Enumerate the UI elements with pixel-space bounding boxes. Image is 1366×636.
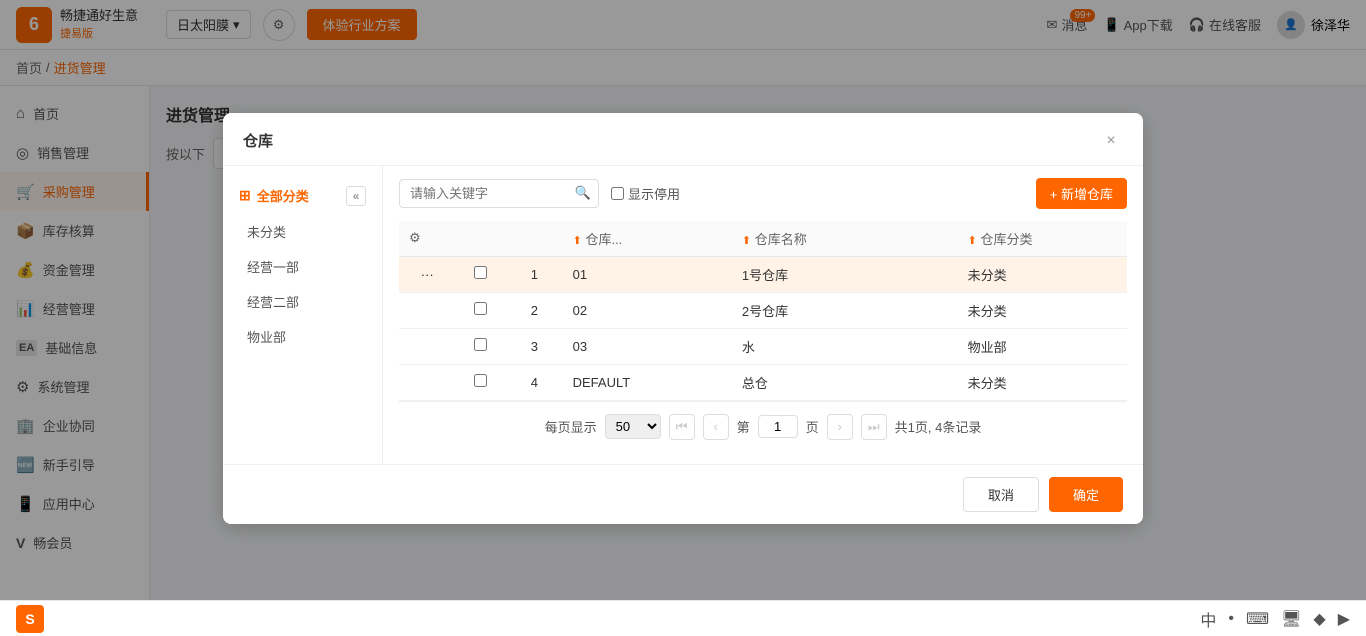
table-panel: 🔍 显示停用 + 新增仓库 ⚙ xyxy=(383,166,1143,464)
page-label: 第 xyxy=(737,417,750,436)
search-bar: 🔍 显示停用 + 新增仓库 xyxy=(399,178,1127,209)
modal-body: ⊞ 全部分类 « 未分类 经营一部 经营二部 物业部 🔍 xyxy=(223,166,1143,464)
modal-title: 仓库 xyxy=(243,130,273,151)
row-category: 物业部 xyxy=(958,328,1127,364)
show-disabled-label[interactable]: 显示停用 xyxy=(611,184,680,203)
collapse-button[interactable]: « xyxy=(346,186,366,206)
total-info: 共1页, 4条记录 xyxy=(895,417,982,436)
category-item-property[interactable]: 物业部 xyxy=(223,319,382,354)
row-name: 水 xyxy=(732,328,958,364)
cancel-button[interactable]: 取消 xyxy=(963,477,1039,512)
modal-footer: 取消 确定 xyxy=(223,464,1143,524)
row-checkbox[interactable] xyxy=(474,266,487,279)
row-settings[interactable]: ··· xyxy=(399,256,455,292)
page-label2: 页 xyxy=(806,417,819,436)
category-item-ops1[interactable]: 经营一部 xyxy=(223,249,382,284)
row-checkbox-cell[interactable] xyxy=(455,328,506,364)
category-item-ops2[interactable]: 经营二部 xyxy=(223,284,382,319)
category-all-label: 全部分类 xyxy=(257,186,309,205)
row-category: 未分类 xyxy=(958,292,1127,328)
table-row[interactable]: 3 03 水 物业部 xyxy=(399,328,1127,364)
grid-icon: ⊞ xyxy=(239,187,251,204)
diamond-icon: ◆ xyxy=(1313,609,1325,629)
row-settings[interactable] xyxy=(399,292,455,328)
page-size-label: 每页显示 xyxy=(545,417,597,436)
row-settings[interactable] xyxy=(399,364,455,400)
table-row[interactable]: 4 DEFAULT 总仓 未分类 xyxy=(399,364,1127,400)
col-header-code[interactable]: ⬆ 仓库... xyxy=(563,221,732,257)
bottom-icons: 中 • ⌨ 🖥 ◆ ▶ xyxy=(1200,607,1350,631)
sort-icon-category: ⬆ xyxy=(968,235,977,247)
row-name: 1号仓库 xyxy=(732,256,958,292)
modal-header: 仓库 × xyxy=(223,113,1143,166)
row-checkbox[interactable] xyxy=(474,374,487,387)
row-category: 未分类 xyxy=(958,256,1127,292)
row-settings[interactable] xyxy=(399,328,455,364)
search-input[interactable] xyxy=(399,179,599,208)
modal-close-button[interactable]: × xyxy=(1099,129,1123,153)
row-checkbox-cell[interactable] xyxy=(455,292,506,328)
bottom-bar: S 中 • ⌨ 🖥 ◆ ▶ xyxy=(0,600,1366,636)
table-body: ··· 1 01 1号仓库 未分类 2 02 2号仓库 未分类 xyxy=(399,256,1127,400)
search-input-wrap: 🔍 xyxy=(399,179,599,208)
warehouse-table: ⚙ ⬆ 仓库... ⬆ 仓库名称 ⬆ 仓库分类 xyxy=(399,221,1127,401)
table-row[interactable]: ··· 1 01 1号仓库 未分类 xyxy=(399,256,1127,292)
first-page-button[interactable]: ⏮ xyxy=(669,414,695,440)
table-row[interactable]: 2 02 2号仓库 未分类 xyxy=(399,292,1127,328)
prev-page-button[interactable]: ‹ xyxy=(703,414,729,440)
play-icon[interactable]: ▶ xyxy=(1338,609,1350,629)
col-header-num xyxy=(506,221,562,257)
row-code: DEFAULT xyxy=(563,364,732,400)
add-warehouse-button[interactable]: + 新增仓库 xyxy=(1036,178,1127,209)
last-page-button[interactable]: ⏭ xyxy=(861,414,887,440)
row-code: 02 xyxy=(563,292,732,328)
row-checkbox-cell[interactable] xyxy=(455,256,506,292)
confirm-button[interactable]: 确定 xyxy=(1049,477,1123,512)
row-checkbox[interactable] xyxy=(474,302,487,315)
col-header-category[interactable]: ⬆ 仓库分类 xyxy=(958,221,1127,257)
row-category: 未分类 xyxy=(958,364,1127,400)
category-item-uncategorized[interactable]: 未分类 xyxy=(223,214,382,249)
col-header-settings[interactable]: ⚙ xyxy=(399,221,455,257)
show-disabled-checkbox[interactable] xyxy=(611,187,624,200)
row-num: 3 xyxy=(506,328,562,364)
row-checkbox-cell[interactable] xyxy=(455,364,506,400)
row-code: 01 xyxy=(563,256,732,292)
keyboard-icon[interactable]: ⌨ xyxy=(1246,609,1269,629)
pagination: 每页显示 50 10 20 100 ⏮ ‹ 第 页 › ⏭ 共1页, 4条记录 xyxy=(399,401,1127,452)
s-logo: S xyxy=(16,605,44,633)
row-name: 总仓 xyxy=(732,364,958,400)
sort-icon-code: ⬆ xyxy=(573,235,582,247)
row-name: 2号仓库 xyxy=(732,292,958,328)
table-head: ⚙ ⬆ 仓库... ⬆ 仓库名称 ⬆ 仓库分类 xyxy=(399,221,1127,257)
chinese-input-icon[interactable]: 中 xyxy=(1200,607,1216,631)
table-wrapper: ⚙ ⬆ 仓库... ⬆ 仓库名称 ⬆ 仓库分类 xyxy=(399,221,1127,401)
dot-icon: • xyxy=(1228,610,1234,628)
modal-overlay: 仓库 × ⊞ 全部分类 « 未分类 经营一部 经营二部 物业部 xyxy=(0,0,1366,636)
row-actions-icon: ··· xyxy=(421,267,434,282)
row-num: 4 xyxy=(506,364,562,400)
category-panel: ⊞ 全部分类 « 未分类 经营一部 经营二部 物业部 xyxy=(223,166,383,464)
sort-icon-name: ⬆ xyxy=(742,235,751,247)
row-checkbox[interactable] xyxy=(474,338,487,351)
search-icon[interactable]: 🔍 xyxy=(575,185,591,201)
page-input[interactable] xyxy=(758,415,798,438)
row-num: 1 xyxy=(506,256,562,292)
monitor-icon[interactable]: 🖥 xyxy=(1281,609,1301,629)
row-code: 03 xyxy=(563,328,732,364)
col-header-check xyxy=(455,221,506,257)
row-num: 2 xyxy=(506,292,562,328)
category-all[interactable]: ⊞ 全部分类 « xyxy=(223,178,382,214)
warehouse-modal: 仓库 × ⊞ 全部分类 « 未分类 经营一部 经营二部 物业部 xyxy=(223,113,1143,524)
next-page-button[interactable]: › xyxy=(827,414,853,440)
page-size-select[interactable]: 50 10 20 100 xyxy=(605,414,661,439)
col-header-name[interactable]: ⬆ 仓库名称 xyxy=(732,221,958,257)
